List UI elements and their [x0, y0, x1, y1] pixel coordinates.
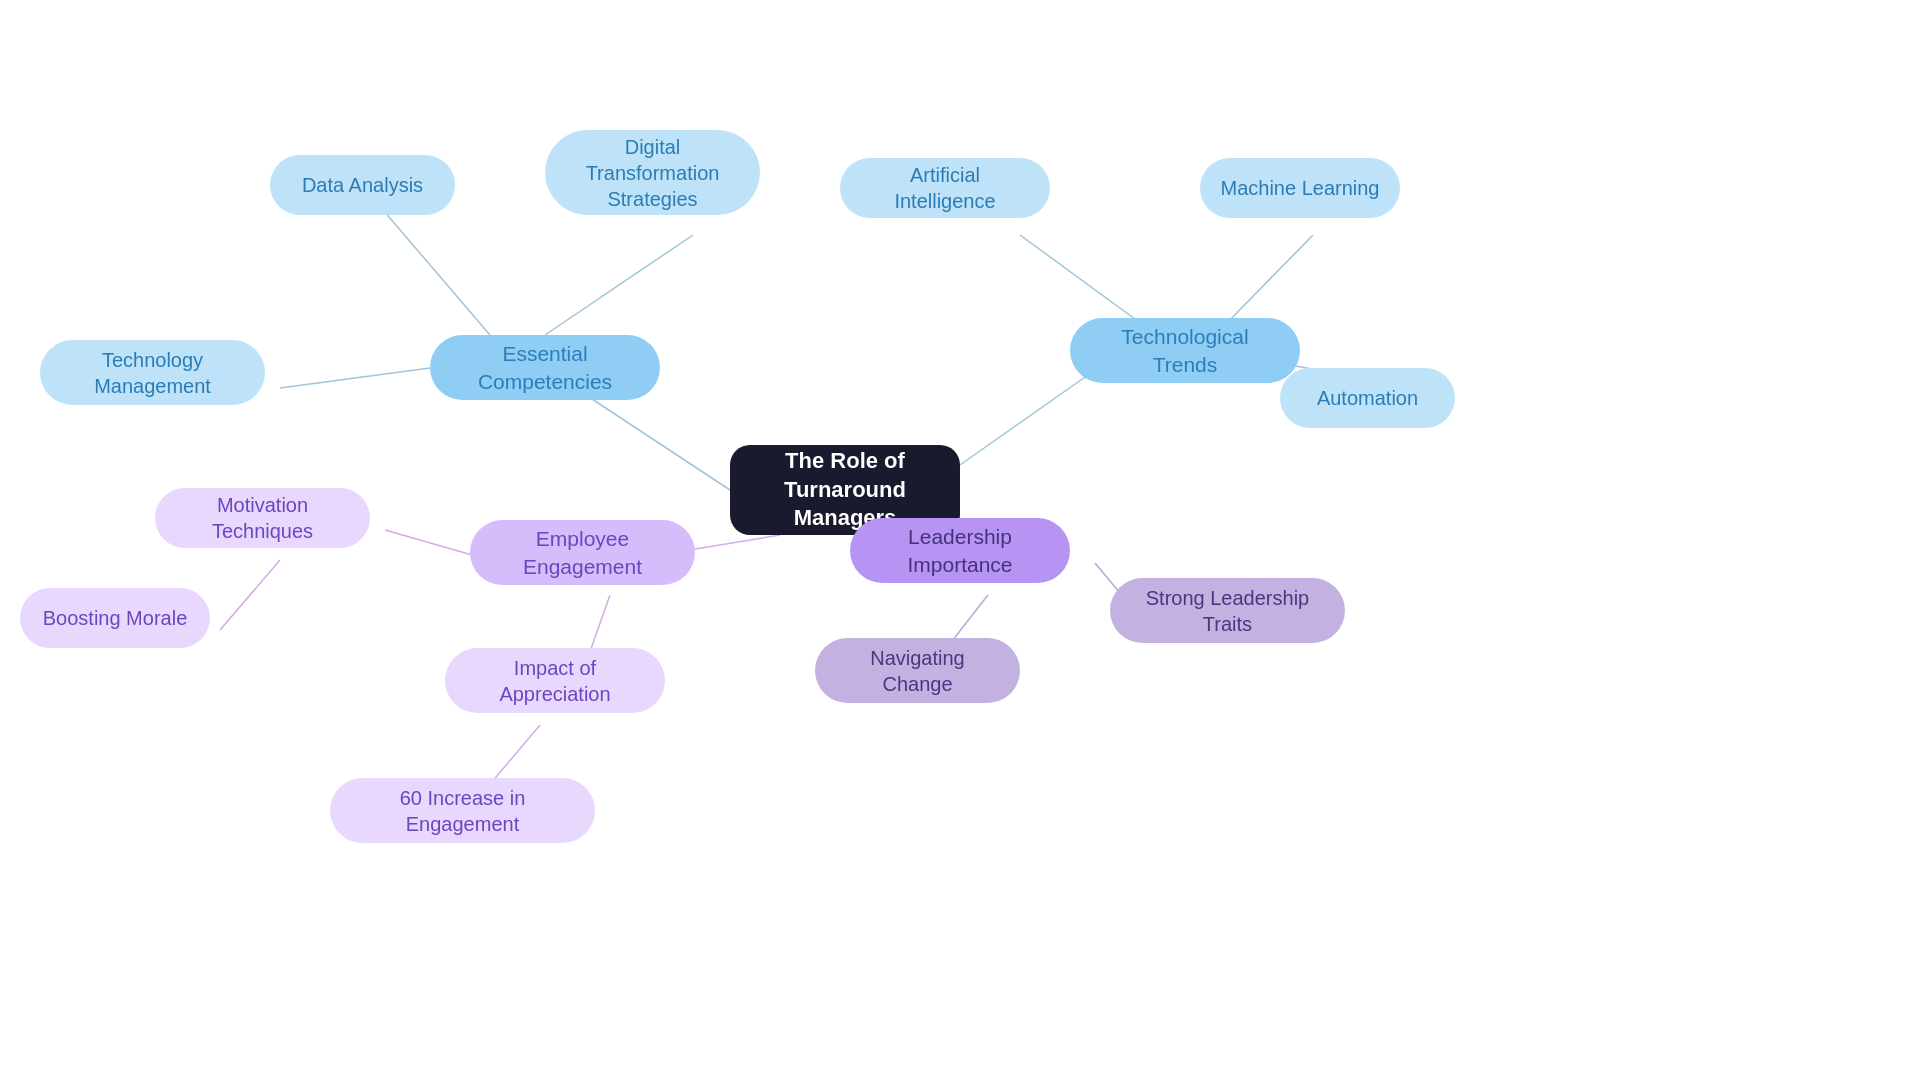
svg-line-10	[220, 560, 280, 630]
employee-engagement-node[interactable]: Employee Engagement	[470, 520, 695, 585]
svg-line-5	[1020, 235, 1150, 330]
technological-trends-node[interactable]: Technological Trends	[1070, 318, 1300, 383]
leadership-importance-node[interactable]: Leadership Importance	[850, 518, 1070, 583]
svg-line-6	[1220, 235, 1313, 330]
machine-learning-node[interactable]: Machine Learning	[1200, 158, 1400, 218]
boosting-morale-node[interactable]: Boosting Morale	[20, 588, 210, 648]
digital-transformation-node[interactable]: Digital Transformation Strategies	[545, 130, 760, 215]
strong-leadership-node[interactable]: Strong Leadership Traits	[1110, 578, 1345, 643]
svg-line-1	[383, 210, 490, 335]
essential-competencies-node[interactable]: Essential Competencies	[430, 335, 660, 400]
artificial-intelligence-node[interactable]: Artificial Intelligence	[840, 158, 1050, 218]
impact-of-appreciation-node[interactable]: Impact of Appreciation	[445, 648, 665, 713]
svg-line-2	[545, 235, 693, 335]
technology-management-node[interactable]: Technology Management	[40, 340, 265, 405]
navigating-change-node[interactable]: Navigating Change	[815, 638, 1020, 703]
svg-line-4	[960, 363, 1105, 465]
increase-engagement-node[interactable]: 60 Increase in Engagement	[330, 778, 595, 843]
data-analysis-node[interactable]: Data Analysis	[270, 155, 455, 215]
motivation-techniques-node[interactable]: Motivation Techniques	[155, 488, 370, 548]
svg-line-3	[280, 368, 430, 388]
automation-node[interactable]: Automation	[1280, 368, 1455, 428]
